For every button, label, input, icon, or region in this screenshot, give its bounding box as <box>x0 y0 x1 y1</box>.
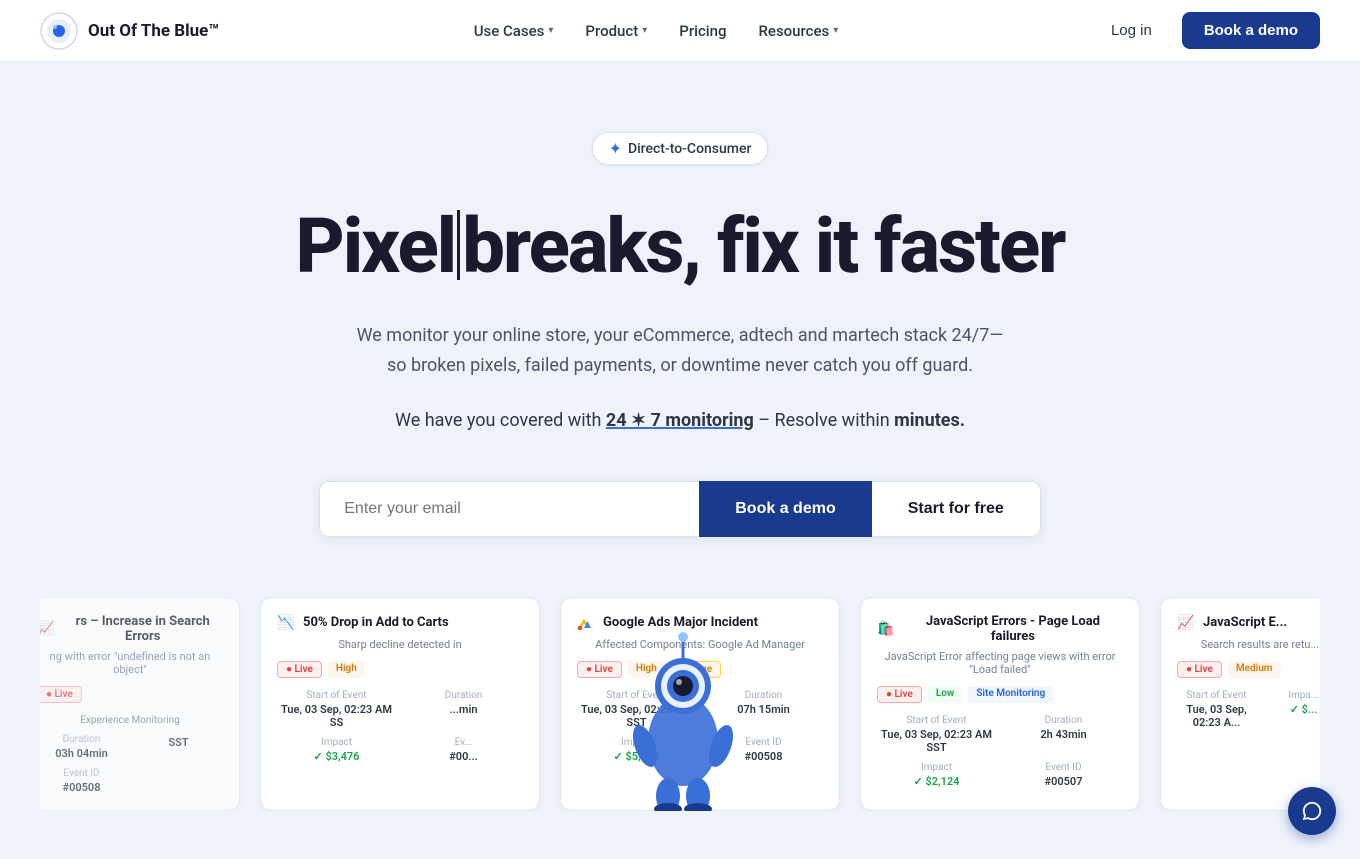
coverage-highlight: 24 ✶ 7 monitoring <box>606 410 754 431</box>
hero-section: ✦ Direct-to-Consumer Pixel breaks, fix i… <box>0 62 1360 851</box>
hero-subtitle: We monitor your online store, your eComm… <box>357 321 1004 382</box>
badge: ✦ Direct-to-Consumer <box>592 132 769 165</box>
tag-low: Low <box>928 686 962 703</box>
nav-item-product[interactable]: Product ▾ <box>571 14 661 48</box>
event-id-field: Event ID #00507 <box>1004 762 1123 788</box>
card-icon: 📈 <box>1177 614 1195 632</box>
card-title: Google Ads Major Incident <box>603 615 758 630</box>
cards-row: 📈 rs – Increase in Search Errors ng with… <box>40 597 1320 811</box>
logo-text: Out Of The Blue™ <box>88 21 219 41</box>
badge-label: Direct-to-Consumer <box>628 141 751 157</box>
card-icon: 📉 <box>277 614 295 632</box>
card-icon: 📈 <box>40 620 54 638</box>
title-right: breaks, fix it faster <box>462 205 1064 289</box>
card-description: ng with error "undefined is not an objec… <box>40 650 223 676</box>
start-event-field: Start of Event Tue, 03 Sep, 02:23 AM SST <box>877 715 996 754</box>
tag-monitor: Site Monitoring <box>968 686 1053 703</box>
book-demo-nav-button[interactable]: Book a demo <box>1182 12 1320 49</box>
login-button[interactable]: Log in <box>1093 14 1170 47</box>
impact-field: Impact ✓ $5,010 <box>577 737 696 763</box>
start-event-field: Start of Event Tue, 03 Sep, 02:23 AM SS <box>277 690 396 729</box>
sst-field: SST <box>134 734 223 760</box>
tag-medium: Medium <box>1228 661 1281 678</box>
card-description: Search results are retu... <box>1177 638 1320 651</box>
chevron-down-icon: ▾ <box>642 25 647 36</box>
chevron-down-icon: ▾ <box>833 25 838 36</box>
book-demo-hero-button[interactable]: Book a demo <box>699 481 871 537</box>
start-event-field: Start of Event Tue, 03 Sep, 02:23 A... <box>1177 690 1256 729</box>
tag-live: ● Live <box>1177 661 1222 678</box>
cards-section: 📈 rs – Increase in Search Errors ng with… <box>40 597 1320 811</box>
nav-item-pricing[interactable]: Pricing <box>665 14 740 48</box>
nav-right: Log in Book a demo <box>1093 12 1320 49</box>
impact-field: Impact ✓ $3,476 <box>277 737 396 763</box>
hero-title: Pixel breaks, fix it faster <box>296 205 1065 289</box>
duration-field: Duration 2h 43min <box>1004 715 1123 754</box>
nav-links: Use Cases ▾ Product ▾ Pricing Resources … <box>460 14 853 48</box>
incident-card: 📈 rs – Increase in Search Errors ng with… <box>40 597 240 811</box>
tag-high: High <box>628 661 665 678</box>
duration-field: Duration ...min <box>404 690 523 729</box>
nav-item-use-cases[interactable]: Use Cases ▾ <box>460 14 568 48</box>
title-cursor <box>457 210 460 280</box>
impact-field: Impact ✓ $2,124 <box>877 762 996 788</box>
tag-live: ● Live <box>877 686 922 703</box>
incident-card: 📉 50% Drop in Add to Carts Sharp decline… <box>260 597 540 811</box>
tag-high: High <box>328 661 365 678</box>
card-description: Affected Components: Google Ad Manager <box>577 638 823 651</box>
card-title: 50% Drop in Add to Carts <box>303 615 449 630</box>
card-title: JavaScript E... <box>1203 615 1287 630</box>
incident-card: 🛍️ JavaScript Errors - Page Load failure… <box>860 597 1140 811</box>
card-description: JavaScript Error affecting page views wi… <box>877 650 1123 676</box>
event-id-field: Event ID #00508 <box>40 768 126 794</box>
incident-card: Google Ads Major Incident Affected Compo… <box>560 597 840 811</box>
cta-row: Book a demo Start for free <box>319 481 1041 537</box>
tag-outage: Outage <box>671 661 721 678</box>
tag-live: ● Live <box>40 686 82 703</box>
event-id-field: Event ID #00508 <box>704 737 823 763</box>
card-monitor-tag: Experience Monitoring <box>40 715 223 726</box>
nav-item-resources[interactable]: Resources ▾ <box>744 14 852 48</box>
email-input[interactable] <box>319 481 699 537</box>
card-title: JavaScript Errors - Page Load failures <box>903 614 1123 644</box>
start-event-field: Start of Event Tue, 03 Sep, 02:23 AM SST <box>577 690 696 729</box>
hero-coverage: We have you covered with 24 ✶ 7 monitori… <box>395 410 965 431</box>
chevron-down-icon: ▾ <box>548 25 553 36</box>
start-free-button[interactable]: Start for free <box>872 481 1041 537</box>
duration-field: Duration 03h 04min <box>40 734 126 760</box>
card-icon <box>577 614 595 632</box>
navbar: Out Of The Blue™ Use Cases ▾ Product ▾ P… <box>0 0 1360 62</box>
logo[interactable]: Out Of The Blue™ <box>40 12 219 50</box>
incident-card: 📈 JavaScript E... Search results are ret… <box>1160 597 1320 811</box>
card-icon: 🛍️ <box>877 620 895 638</box>
impact-field: Impa... ✓ $... <box>1264 690 1320 729</box>
chat-button[interactable] <box>1288 787 1336 835</box>
coverage-bold: minutes. <box>894 410 965 431</box>
title-left: Pixel <box>296 205 456 289</box>
card-title: rs – Increase in Search Errors <box>62 614 223 644</box>
badge-star-icon: ✦ <box>609 139 622 158</box>
tag-live: ● Live <box>277 661 322 678</box>
tag-live: ● Live <box>577 661 622 678</box>
event-id-field: Ev... #00... <box>404 737 523 763</box>
card-description: Sharp decline detected in <box>277 638 523 651</box>
duration-field: Duration 07h 15min <box>704 690 823 729</box>
